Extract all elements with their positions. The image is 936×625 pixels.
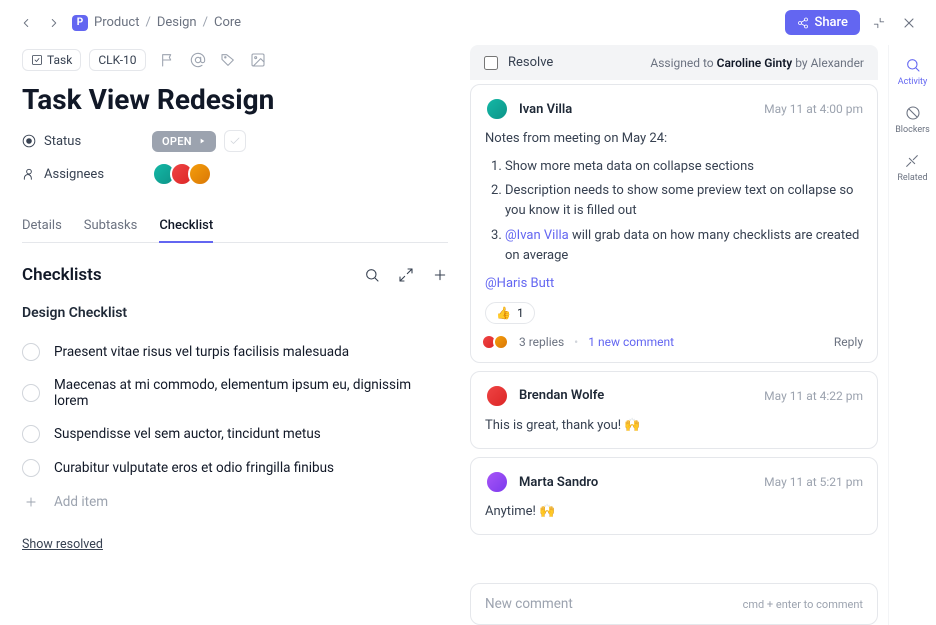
task-type-chip[interactable]: Task [22,49,81,71]
related-icon [904,153,920,169]
checklists-heading: Checklists [22,265,364,285]
comment-author: Marta Sandro [519,475,598,490]
assigned-to-text: Assigned to Caroline Ginty by Alexander [650,56,864,70]
reaction-button[interactable]: 👍 1 [485,302,535,324]
comment: Ivan VillaMay 11 at 4:00 pmNotes from me… [470,84,878,363]
show-resolved-link[interactable]: Show resolved [22,537,448,552]
checkbox-circle[interactable] [22,343,40,361]
resolve-bar: Resolve Assigned to Caroline Ginty by Al… [470,45,878,80]
tag-icon[interactable] [220,52,236,68]
new-comment-input[interactable]: New comment cmd + enter to comment [470,583,878,625]
add-item-button[interactable]: Add item [22,485,448,519]
tab-checklist[interactable]: Checklist [159,210,213,243]
add-icon[interactable] [432,267,448,283]
nav-forward-icon[interactable] [44,13,64,33]
breadcrumb-item[interactable]: Core [214,15,241,30]
comment: Marta SandroMay 11 at 5:21 pmAnytime! 🙌 [470,457,878,535]
breadcrumb-item[interactable]: Design [157,15,197,30]
rightbar-activity[interactable]: Activity [898,57,927,87]
breadcrumb[interactable]: P Product / Design / Core [72,15,241,31]
assignee-avatars[interactable] [152,162,212,186]
comment-time: May 11 at 4:00 pm [764,102,863,116]
checklist-item[interactable]: Praesent vitae risus vel turpis facilisi… [22,335,448,369]
checklist-item[interactable]: Curabitur vulputate eros et odio fringil… [22,451,448,485]
nav-back-icon[interactable] [16,13,36,33]
flag-icon[interactable] [160,52,176,68]
assignees-label: Assignees [22,167,152,182]
thread-footer: 3 replies•1 new commentReply [485,334,863,350]
avatar [188,162,212,186]
checklist-item[interactable]: Maecenas at mi commodo, elementum ipsum … [22,369,448,417]
breadcrumb-item[interactable]: Product [94,15,139,30]
expand-icon[interactable] [398,267,414,283]
comment-time: May 11 at 4:22 pm [764,389,863,403]
mention[interactable]: @Ivan Villa [505,228,569,243]
task-title: Task View Redesign [22,83,448,116]
status-label: Status [22,134,152,149]
minimize-icon[interactable] [868,12,890,34]
comment: Brendan WolfeMay 11 at 4:22 pmThis is gr… [470,371,878,449]
resolve-label: Resolve [508,55,553,70]
product-logo-icon: P [72,15,88,31]
avatar [485,470,509,494]
rightbar-related[interactable]: Related [897,153,927,183]
checklist-item[interactable]: Suspendisse vel sem auctor, tincidunt me… [22,417,448,451]
rightbar-blockers[interactable]: Blockers [895,105,930,135]
image-icon[interactable] [250,52,266,68]
comment-author: Brendan Wolfe [519,388,604,403]
checklist-title: Design Checklist [22,305,448,321]
resolve-checkbox[interactable] [484,56,498,70]
share-button-label: Share [814,15,848,30]
tab-subtasks[interactable]: Subtasks [84,210,138,242]
complete-checkbox[interactable] [224,130,246,152]
comment-time: May 11 at 5:21 pm [764,475,863,489]
checkbox-circle[interactable] [22,459,40,477]
status-badge[interactable]: OPEN [152,131,216,152]
blockers-icon [905,105,921,121]
avatar [485,384,509,408]
mention[interactable]: @Haris Butt [485,276,554,291]
comment-author: Ivan Villa [519,102,572,117]
new-comment-hint: cmd + enter to comment [743,598,863,611]
tab-details[interactable]: Details [22,210,62,242]
close-icon[interactable] [898,12,920,34]
share-button[interactable]: Share [785,10,860,35]
plus-icon [22,493,40,511]
search-icon[interactable] [364,267,380,283]
search-icon [905,57,921,73]
avatar [485,97,509,121]
checkbox-circle[interactable] [22,425,40,443]
checkbox-circle[interactable] [22,384,40,402]
mention-icon[interactable] [190,52,206,68]
task-id-chip[interactable]: CLK-10 [89,49,145,71]
reply-button[interactable]: Reply [834,335,863,349]
